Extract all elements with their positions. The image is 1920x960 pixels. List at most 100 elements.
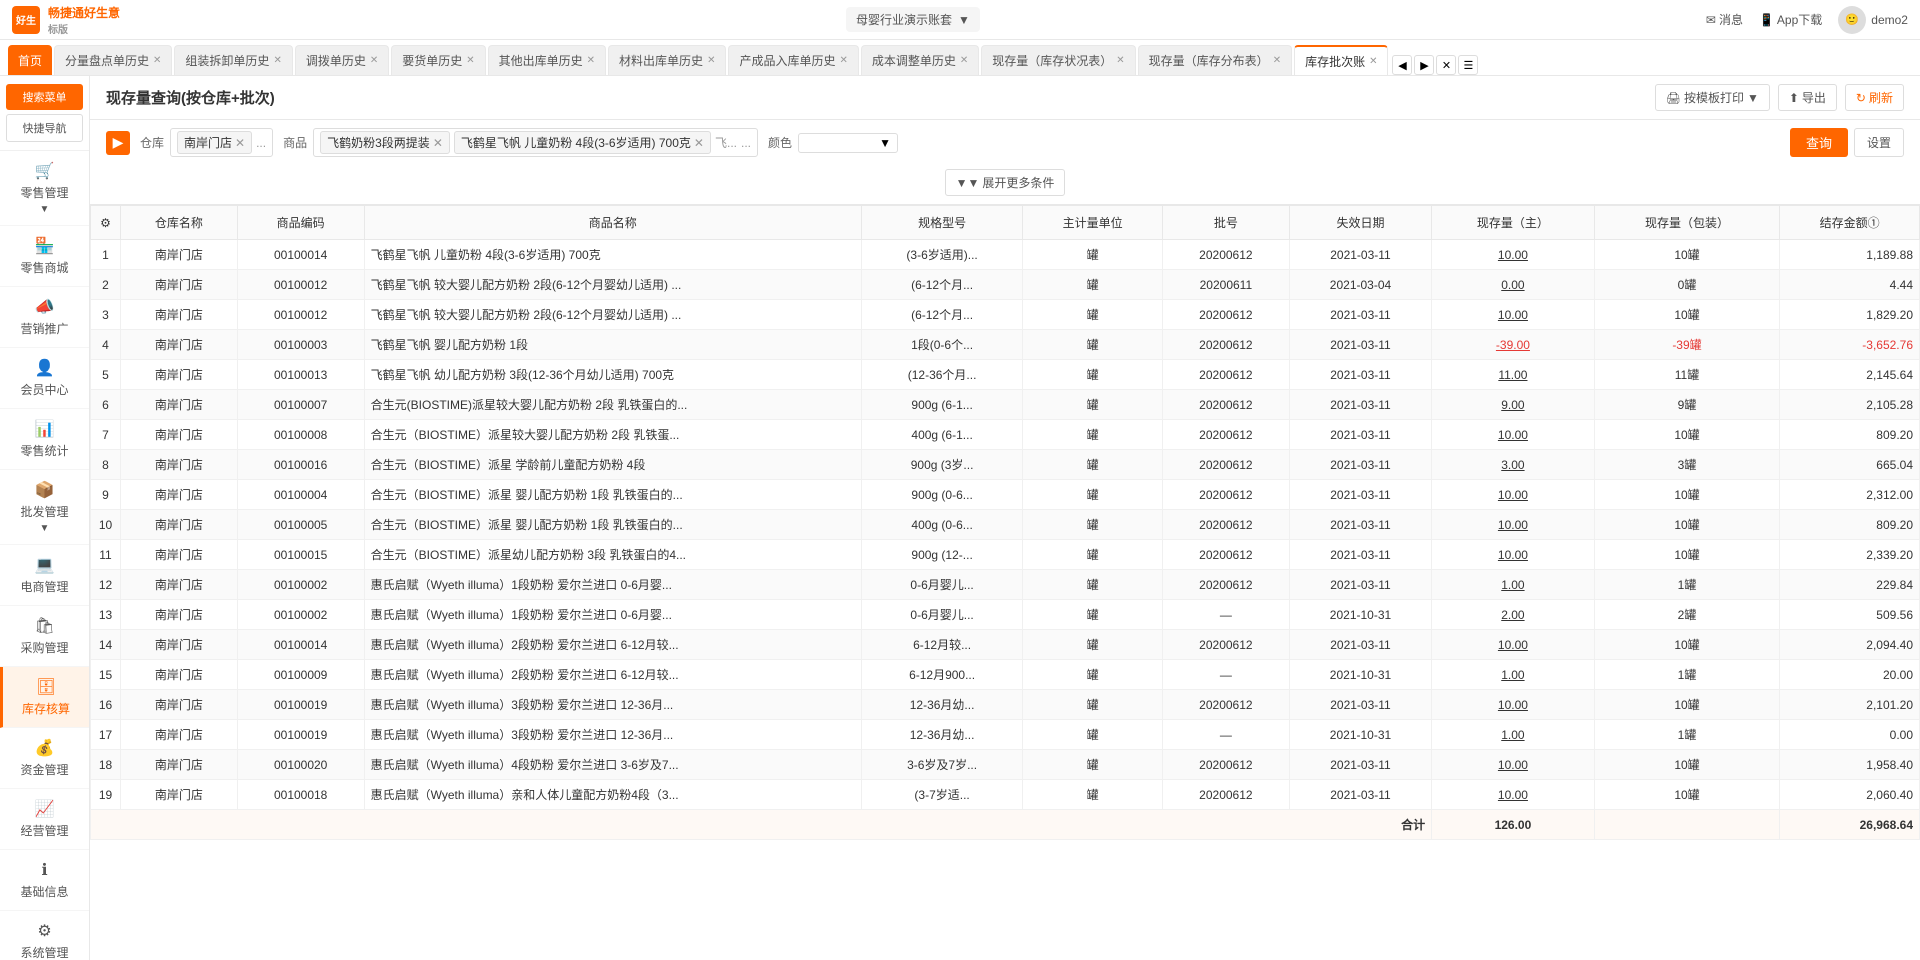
row-qty-main[interactable]: 0.00 <box>1432 270 1595 300</box>
close-icon[interactable]: ✕ <box>707 55 715 66</box>
row-qty-main[interactable]: -39.00 <box>1432 330 1595 360</box>
sidebar-item-retail-stat[interactable]: 📊零售统计 <box>0 409 89 470</box>
tab-qitachu[interactable]: 其他出库单历史 ✕ <box>488 45 606 75</box>
tab-chanpinru[interactable]: 产成品入库单历史 ✕ <box>728 45 858 75</box>
color-select[interactable]: ▼ <box>798 133 898 153</box>
remove-icon[interactable]: ✕ <box>433 136 443 150</box>
close-icon[interactable]: ✕ <box>153 55 161 66</box>
row-qty-main[interactable]: 10.00 <box>1432 750 1595 780</box>
close-icon[interactable]: ✕ <box>587 55 595 66</box>
settings-column-header[interactable]: ⚙ <box>91 206 121 240</box>
close-icon[interactable]: ✕ <box>466 55 474 66</box>
settings-button[interactable]: 设置 <box>1854 128 1904 157</box>
close-icon[interactable]: ✕ <box>273 55 281 66</box>
row-unit: 罐 <box>1023 390 1163 420</box>
user-area[interactable]: 🙂 demo2 <box>1838 6 1908 34</box>
close-icon[interactable]: ✕ <box>370 55 378 66</box>
tab-xiancunfen[interactable]: 现存量（库存分布表） ✕ <box>1138 45 1292 75</box>
row-warehouse: 南岸门店 <box>121 330 238 360</box>
sidebar-item-ecom[interactable]: 💻电商管理 <box>0 545 89 606</box>
sidebar-icon: 📣 <box>35 297 55 317</box>
row-qty-main[interactable]: 1.00 <box>1432 570 1595 600</box>
tab-xiancunzhuang[interactable]: 现存量（库存状况表） ✕ <box>981 45 1135 75</box>
close-icon[interactable]: ✕ <box>1116 55 1124 66</box>
tab-close-button[interactable]: ✕ <box>1436 55 1456 75</box>
row-qty-main[interactable]: 10.00 <box>1432 540 1595 570</box>
row-qty-main[interactable]: 10.00 <box>1432 690 1595 720</box>
sidebar-item-purchase[interactable]: 🛍采购管理 <box>0 606 89 667</box>
row-qty-main[interactable]: 10.00 <box>1432 480 1595 510</box>
remove-tag-icon[interactable]: ✕ <box>235 136 245 150</box>
search-button[interactable]: 查询 <box>1790 128 1848 157</box>
row-qty-main[interactable]: 2.00 <box>1432 600 1595 630</box>
sidebar-item-basic[interactable]: ℹ基础信息 <box>0 850 89 911</box>
sidebar-item-operation[interactable]: 📈经营管理 <box>0 789 89 850</box>
row-qty-main[interactable]: 10.00 <box>1432 420 1595 450</box>
close-icon[interactable]: ✕ <box>1369 56 1377 67</box>
sidebar-item-batch[interactable]: 📦批发管理▼ <box>0 470 89 545</box>
sidebar-label: 营销推广 <box>20 320 68 337</box>
chevron-down-icon: ▼ <box>1747 91 1759 105</box>
tab-home[interactable]: 首页 <box>8 45 52 75</box>
row-spec: 900g (3岁... <box>861 450 1022 480</box>
row-batch: 20200612 <box>1162 540 1289 570</box>
tab-pici[interactable]: 库存批次账 ✕ <box>1294 45 1388 75</box>
expand-conditions-button[interactable]: ▼▼ 展开更多条件 <box>945 169 1066 196</box>
row-qty-main[interactable]: 11.00 <box>1432 360 1595 390</box>
message-button[interactable]: ✉ 消息 <box>1706 11 1743 28</box>
app-download-button[interactable]: 📱 App下载 <box>1759 11 1822 28</box>
row-qty-main[interactable]: 3.00 <box>1432 450 1595 480</box>
row-code: 00100013 <box>237 360 364 390</box>
close-icon[interactable]: ✕ <box>960 55 968 66</box>
row-amount: 509.56 <box>1780 600 1920 630</box>
template-print-button[interactable]: 🖨 按模板打印 ▼ <box>1655 84 1770 111</box>
tab-diaobo[interactable]: 调拨单历史 ✕ <box>295 45 389 75</box>
row-qty-main[interactable]: 1.00 <box>1432 660 1595 690</box>
sidebar-item-retail-shop[interactable]: 🏪零售商城 <box>0 226 89 287</box>
sidebar-item-marketing[interactable]: 📣 营销推广 <box>0 287 89 348</box>
tab-cailiaochu[interactable]: 材料出库单历史 ✕ <box>608 45 726 75</box>
sidebar-item-inventory[interactable]: 🗄库存核算 <box>0 667 89 728</box>
filter-expand-arrow[interactable]: ▶ <box>106 131 130 155</box>
tab-prev-button[interactable]: ◀ <box>1392 55 1412 75</box>
account-selector[interactable]: 母婴行业演示账套 ▼ <box>846 7 980 32</box>
close-icon[interactable]: ✕ <box>1273 55 1281 66</box>
row-code: 00100012 <box>237 270 364 300</box>
row-code: 00100004 <box>237 480 364 510</box>
tab-menu-button[interactable]: ☰ <box>1458 55 1478 75</box>
quick-nav-button[interactable]: 快捷导航 <box>6 114 83 142</box>
tab-yaohuo[interactable]: 要货单历史 ✕ <box>391 45 485 75</box>
row-qty-main[interactable]: 1.00 <box>1432 720 1595 750</box>
row-warehouse: 南岸门店 <box>121 570 238 600</box>
product-filter: 商品 飞鹤奶粉3段两提装 ✕ 飞鹤星飞帆 儿童奶粉 4段(3-6岁适用) 700… <box>283 128 758 157</box>
header-right: ✉ 消息 📱 App下载 🙂 demo2 <box>1706 6 1908 34</box>
sidebar-item-system[interactable]: ⚙系统管理 <box>0 911 89 960</box>
remove-icon[interactable]: ✕ <box>694 136 704 150</box>
tab-chengbentiao[interactable]: 成本调整单历史 ✕ <box>861 45 979 75</box>
sidebar-item-finance[interactable]: 💰资金管理 <box>0 728 89 789</box>
row-qty-main[interactable]: 10.00 <box>1432 300 1595 330</box>
qty-pkg-column-header: 现存量（包装） <box>1594 206 1780 240</box>
sidebar-item-retail[interactable]: 🛒零售管理▼ <box>0 151 89 226</box>
search-menu-button[interactable]: 搜索菜单 <box>6 84 83 110</box>
row-unit: 罐 <box>1023 720 1163 750</box>
row-qty-main[interactable]: 10.00 <box>1432 240 1595 270</box>
warehouse-input[interactable]: 南岸门店 ✕ ... <box>170 128 273 157</box>
row-name: 飞鹤星飞帆 幼儿配方奶粉 3段(12-36个月幼儿适用) 700克 <box>364 360 861 390</box>
table-row: 11 南岸门店 00100015 合生元（BIOSTIME）派星幼儿配方奶粉 3… <box>91 540 1920 570</box>
export-button[interactable]: ⬆ 导出 <box>1778 84 1837 111</box>
sidebar-icon: 💰 <box>35 738 55 758</box>
close-icon[interactable]: ✕ <box>839 55 847 66</box>
product-input[interactable]: 飞鹤奶粉3段两提装 ✕ 飞鹤星飞帆 儿童奶粉 4段(3-6岁适用) 700克 ✕… <box>313 128 758 157</box>
row-qty-main[interactable]: 10.00 <box>1432 780 1595 810</box>
row-qty-main[interactable]: 10.00 <box>1432 510 1595 540</box>
refresh-button[interactable]: ↻ 刷新 <box>1845 84 1904 111</box>
tab-fenpan[interactable]: 分量盘点单历史 ✕ <box>54 45 172 75</box>
tab-zuchai[interactable]: 组装拆卸单历史 ✕ <box>174 45 292 75</box>
row-expire: 2021-03-04 <box>1289 270 1431 300</box>
row-batch: 20200612 <box>1162 780 1289 810</box>
row-qty-main[interactable]: 9.00 <box>1432 390 1595 420</box>
row-qty-main[interactable]: 10.00 <box>1432 630 1595 660</box>
tab-next-button[interactable]: ▶ <box>1414 55 1434 75</box>
sidebar-item-member[interactable]: 👤会员中心 <box>0 348 89 409</box>
